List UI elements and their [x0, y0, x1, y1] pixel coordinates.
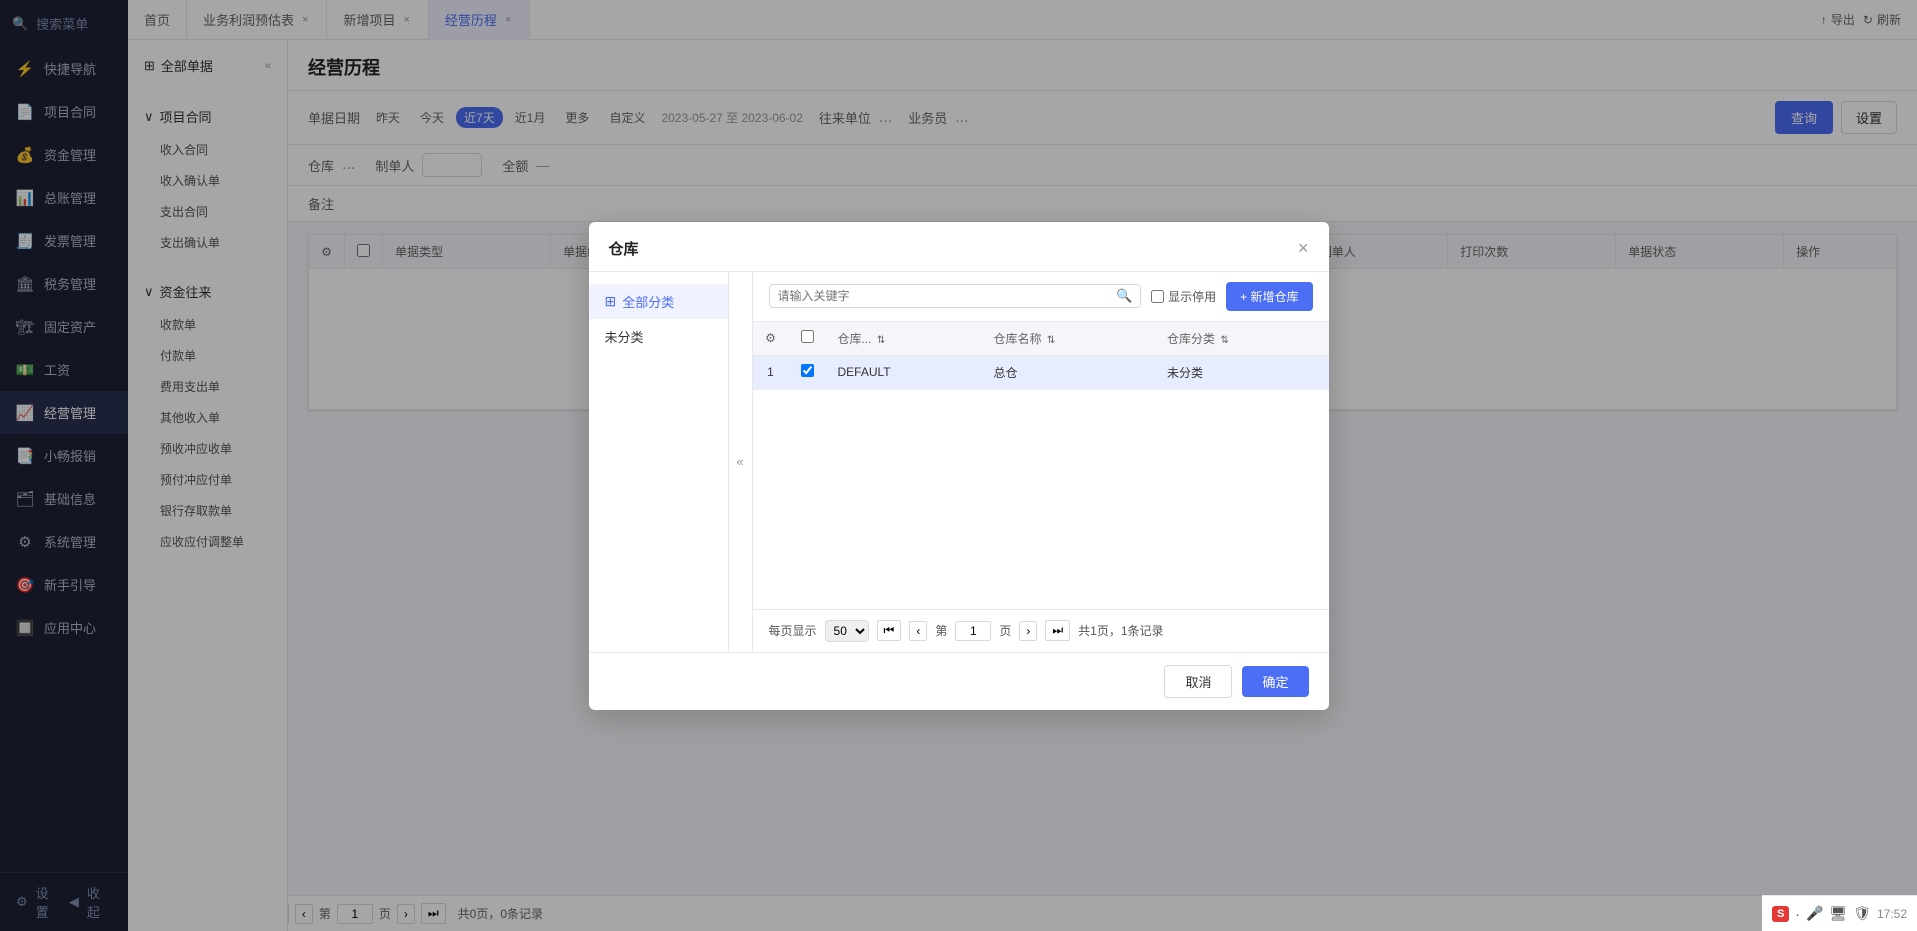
row-code-cell: DEFAULT: [826, 355, 982, 389]
dialog-select-all[interactable]: [801, 330, 814, 343]
tray-screen-icon: 🖥: [1829, 905, 1847, 922]
col-select-all: [789, 322, 826, 356]
row-checkbox-cell: [789, 355, 826, 389]
dialog-left-panel: ⊞ 全部分类 未分类 «: [589, 272, 753, 652]
dialog-header: 仓库 ×: [589, 222, 1329, 272]
tray-mic-icon: 🎤: [1806, 905, 1823, 922]
dialog-first-btn[interactable]: ⏮: [877, 620, 902, 641]
row-name-cell: 总仓: [982, 355, 1155, 389]
cancel-button[interactable]: 取消: [1164, 665, 1232, 698]
dialog-page-label: 第: [935, 622, 947, 639]
col-settings-icon: ⚙: [753, 322, 789, 356]
sort-icon-name: ⇅: [1047, 335, 1055, 346]
col-warehouse-name[interactable]: 仓库名称 ⇅: [982, 322, 1155, 356]
dialog-table-row[interactable]: 1 DEFAULT 总仓 未分类: [753, 355, 1329, 389]
settings-gear-icon: ⚙: [765, 331, 776, 345]
dialog-title: 仓库: [609, 238, 639, 259]
show-disabled-label[interactable]: 显示停用: [1151, 288, 1216, 305]
dialog-body: ⊞ 全部分类 未分类 « 🔍 显示停用: [589, 272, 1329, 652]
warehouse-dialog: 仓库 × ⊞ 全部分类 未分类 «: [589, 222, 1329, 710]
row-category-cell: 未分类: [1155, 355, 1329, 389]
dialog-table-header: ⚙ 仓库... ⇅ 仓库名称 ⇅: [753, 322, 1329, 356]
dialog-close-button[interactable]: ×: [1298, 239, 1309, 257]
dialog-prev-btn[interactable]: ‹: [909, 621, 927, 641]
dialog-per-page-label: 每页显示: [769, 622, 817, 639]
show-disabled-checkbox[interactable]: [1151, 290, 1164, 303]
system-tray: S · 🎤 🖥 🛡 17:52: [1762, 895, 1917, 931]
dialog-cat-all-label: 全部分类: [622, 292, 674, 311]
dialog-toolbar: 🔍 显示停用 + 新增仓库: [753, 272, 1329, 322]
dialog-footer: 取消 确定: [589, 652, 1329, 710]
dialog-page-input[interactable]: [955, 621, 991, 641]
tray-s-icon: S: [1772, 906, 1789, 922]
dialog-table-wrap: ⚙ 仓库... ⇅ 仓库名称 ⇅: [753, 322, 1329, 609]
sort-icon-cat: ⇅: [1220, 335, 1228, 346]
dialog-right-content: 🔍 显示停用 + 新增仓库 ⚙: [753, 272, 1329, 652]
dialog-per-page-select[interactable]: 50: [825, 620, 869, 642]
dialog-cat-uncategorized[interactable]: 未分类: [589, 319, 728, 354]
col-warehouse-category[interactable]: 仓库分类 ⇅: [1155, 322, 1329, 356]
confirm-button[interactable]: 确定: [1242, 666, 1308, 697]
tray-dot-icon: ·: [1795, 906, 1800, 922]
dialog-search-input[interactable]: [778, 285, 1112, 307]
dialog-warehouse-table: ⚙ 仓库... ⇅ 仓库名称 ⇅: [753, 322, 1329, 390]
row-settings-cell: 1: [753, 355, 789, 389]
add-warehouse-button[interactable]: + 新增仓库: [1226, 282, 1312, 311]
collapse-left-icon: «: [736, 454, 743, 469]
dialog-cat-uncategorized-label: 未分类: [605, 327, 644, 346]
dialog-search-icon: 🔍: [1116, 288, 1132, 304]
dialog-sidebar-collapse-btn[interactable]: «: [729, 272, 753, 652]
row-select-checkbox[interactable]: [801, 364, 814, 377]
tray-time: 17:52: [1877, 907, 1907, 921]
dialog-cat-all[interactable]: ⊞ 全部分类: [589, 284, 728, 319]
dialog-total-label: 共1页，1条记录: [1078, 622, 1163, 639]
dialog-page-suffix: 页: [999, 622, 1011, 639]
sort-icon-code: ⇅: [877, 335, 885, 346]
dialog-category-sidebar: ⊞ 全部分类 未分类: [589, 272, 729, 652]
tray-shield-icon: 🛡: [1853, 905, 1871, 922]
dialog-last-btn[interactable]: ⏭: [1045, 620, 1070, 641]
dialog-search-wrap: 🔍: [769, 284, 1142, 308]
grid-icon: ⊞: [605, 293, 617, 310]
col-warehouse-code[interactable]: 仓库... ⇅: [826, 322, 982, 356]
dialog-pager: 每页显示 50 ⏮ ‹ 第 页 › ⏭ 共1页，1条记录: [753, 609, 1329, 652]
dialog-next-btn[interactable]: ›: [1019, 621, 1037, 641]
